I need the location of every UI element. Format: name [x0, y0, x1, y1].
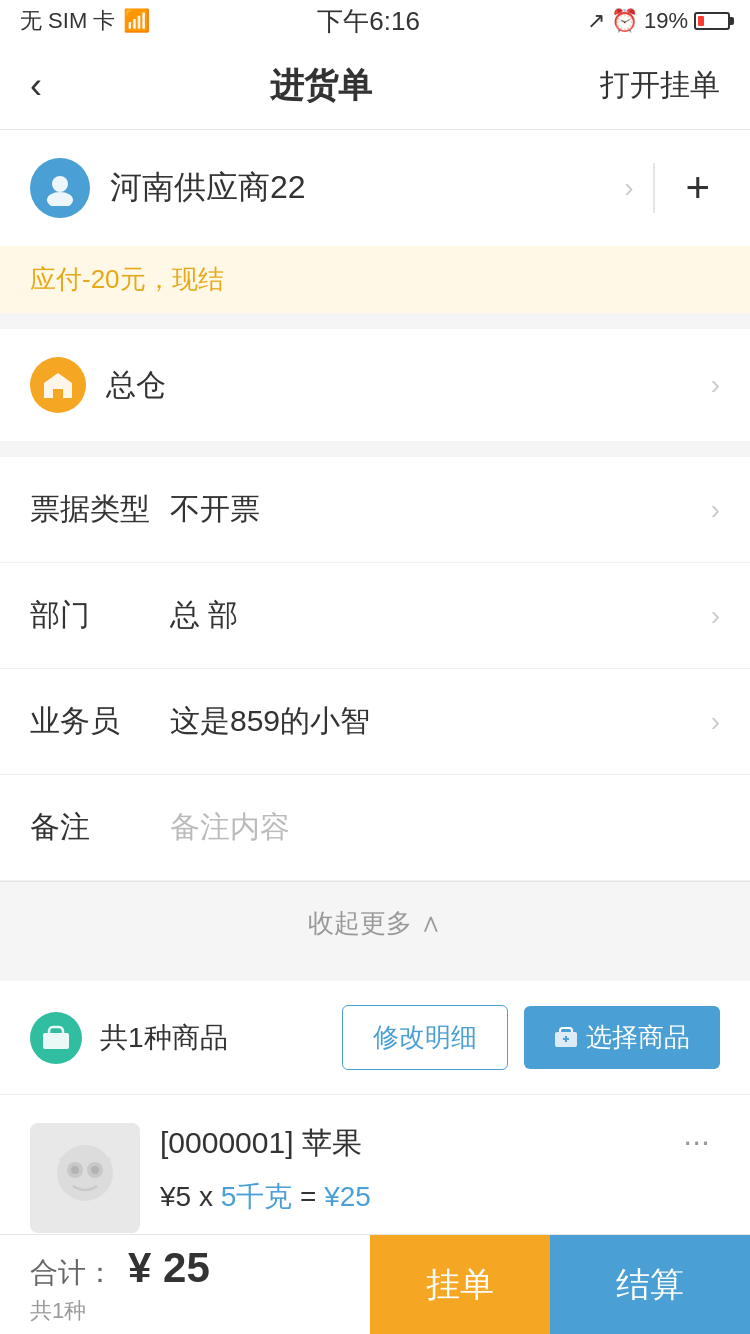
collapse-bar[interactable]: 收起更多 ∧	[0, 881, 750, 965]
invoice-type-row[interactable]: 票据类型 不开票 ›	[0, 457, 750, 563]
department-row[interactable]: 部门 总 部 ›	[0, 563, 750, 669]
warehouse-icon	[30, 357, 86, 413]
product-total: ¥25	[324, 1181, 371, 1212]
status-left: 无 SIM 卡 📶	[20, 6, 150, 36]
supplier-row[interactable]: 河南供应商22 › +	[0, 130, 750, 246]
page-title: 进货单	[270, 63, 372, 109]
products-section: 共1种商品 修改明细 选择商品	[0, 981, 750, 1261]
product-code: [0000001]	[160, 1126, 293, 1159]
supplier-name: 河南供应商22	[110, 166, 624, 210]
product-title: 苹果	[302, 1126, 362, 1159]
status-time: 下午6:16	[317, 4, 420, 39]
department-chevron-icon: ›	[711, 600, 720, 632]
edit-detail-button[interactable]: 修改明细	[342, 1005, 508, 1070]
status-bar: 无 SIM 卡 📶 下午6:16 ↗ ⏰ 19%	[0, 0, 750, 42]
products-header: 共1种商品 修改明细 选择商品	[0, 981, 750, 1095]
warehouse-chevron-icon: ›	[711, 369, 720, 401]
total-text-wrap: 合计： ¥ 25 共1种	[30, 1244, 210, 1326]
supplier-chevron-icon: ›	[624, 172, 633, 204]
remark-value: 备注内容	[170, 807, 720, 848]
nav-bar: ‹ 进货单 打开挂单	[0, 42, 750, 130]
product-unit-price: ¥5	[160, 1181, 191, 1212]
checkout-button[interactable]: 结算	[550, 1235, 750, 1334]
department-label: 部门	[30, 595, 170, 636]
supplier-divider	[653, 163, 655, 213]
remark-row[interactable]: 备注 备注内容	[0, 775, 750, 881]
department-value: 总 部	[170, 595, 711, 636]
warehouse-section: 总仓 ›	[0, 329, 750, 441]
product-info: [0000001] 苹果 ¥5 x 5千克 = ¥25	[160, 1123, 673, 1216]
form-section: 票据类型 不开票 › 部门 总 部 › 业务员 这是859的小智 › 备注 备注…	[0, 457, 750, 965]
total-amount: ¥ 25	[128, 1244, 210, 1292]
salesperson-row[interactable]: 业务员 这是859的小智 ›	[0, 669, 750, 775]
supplier-avatar	[30, 158, 90, 218]
location-icon: ↗	[587, 8, 605, 34]
invoice-type-label: 票据类型	[30, 489, 170, 530]
sim-label: 无 SIM 卡	[20, 6, 115, 36]
svg-point-10	[71, 1166, 79, 1174]
select-product-button[interactable]: 选择商品	[524, 1006, 720, 1069]
remark-label: 备注	[30, 807, 170, 848]
supplier-section: 河南供应商22 › + 应付-20元，现结	[0, 130, 750, 313]
battery-percent: 19%	[644, 8, 688, 34]
svg-point-1	[47, 192, 73, 206]
product-multiply: x	[199, 1181, 221, 1212]
invoice-type-value: 不开票	[170, 489, 711, 530]
add-supplier-button[interactable]: +	[675, 164, 720, 212]
open-pending-button[interactable]: 打开挂单	[600, 65, 720, 106]
pending-button[interactable]: 挂单	[370, 1235, 550, 1334]
select-product-label: 选择商品	[586, 1020, 690, 1055]
product-menu-button[interactable]: ···	[673, 1123, 720, 1160]
invoice-type-chevron-icon: ›	[711, 494, 720, 526]
bottom-bar: 合计： ¥ 25 共1种 挂单 结算	[0, 1234, 750, 1334]
wifi-icon: 📶	[123, 8, 150, 34]
salesperson-label: 业务员	[30, 701, 170, 742]
total-section: 合计： ¥ 25 共1种	[0, 1235, 370, 1334]
warehouse-row[interactable]: 总仓 ›	[0, 329, 750, 441]
salesperson-chevron-icon: ›	[711, 706, 720, 738]
product-equals: =	[300, 1181, 324, 1212]
alarm-icon: ⏰	[611, 8, 638, 34]
svg-rect-3	[43, 1033, 69, 1049]
products-count: 共1种商品	[100, 1019, 342, 1057]
total-label: 合计：	[30, 1254, 114, 1292]
svg-point-11	[91, 1166, 99, 1174]
product-price: ¥5 x 5千克 = ¥25	[160, 1178, 673, 1216]
status-right: ↗ ⏰ 19%	[587, 8, 730, 34]
products-icon	[30, 1012, 82, 1064]
product-quantity: 5千克	[221, 1181, 293, 1212]
back-button[interactable]: ‹	[30, 65, 42, 107]
product-thumbnail	[30, 1123, 140, 1233]
total-count: 共1种	[30, 1296, 210, 1326]
svg-point-7	[57, 1145, 113, 1201]
battery-icon	[694, 12, 730, 30]
svg-point-0	[52, 176, 68, 192]
svg-rect-2	[53, 389, 63, 398]
info-banner: 应付-20元，现结	[0, 246, 750, 313]
warehouse-name: 总仓	[106, 365, 711, 406]
product-name: [0000001] 苹果	[160, 1123, 673, 1164]
salesperson-value: 这是859的小智	[170, 701, 711, 742]
